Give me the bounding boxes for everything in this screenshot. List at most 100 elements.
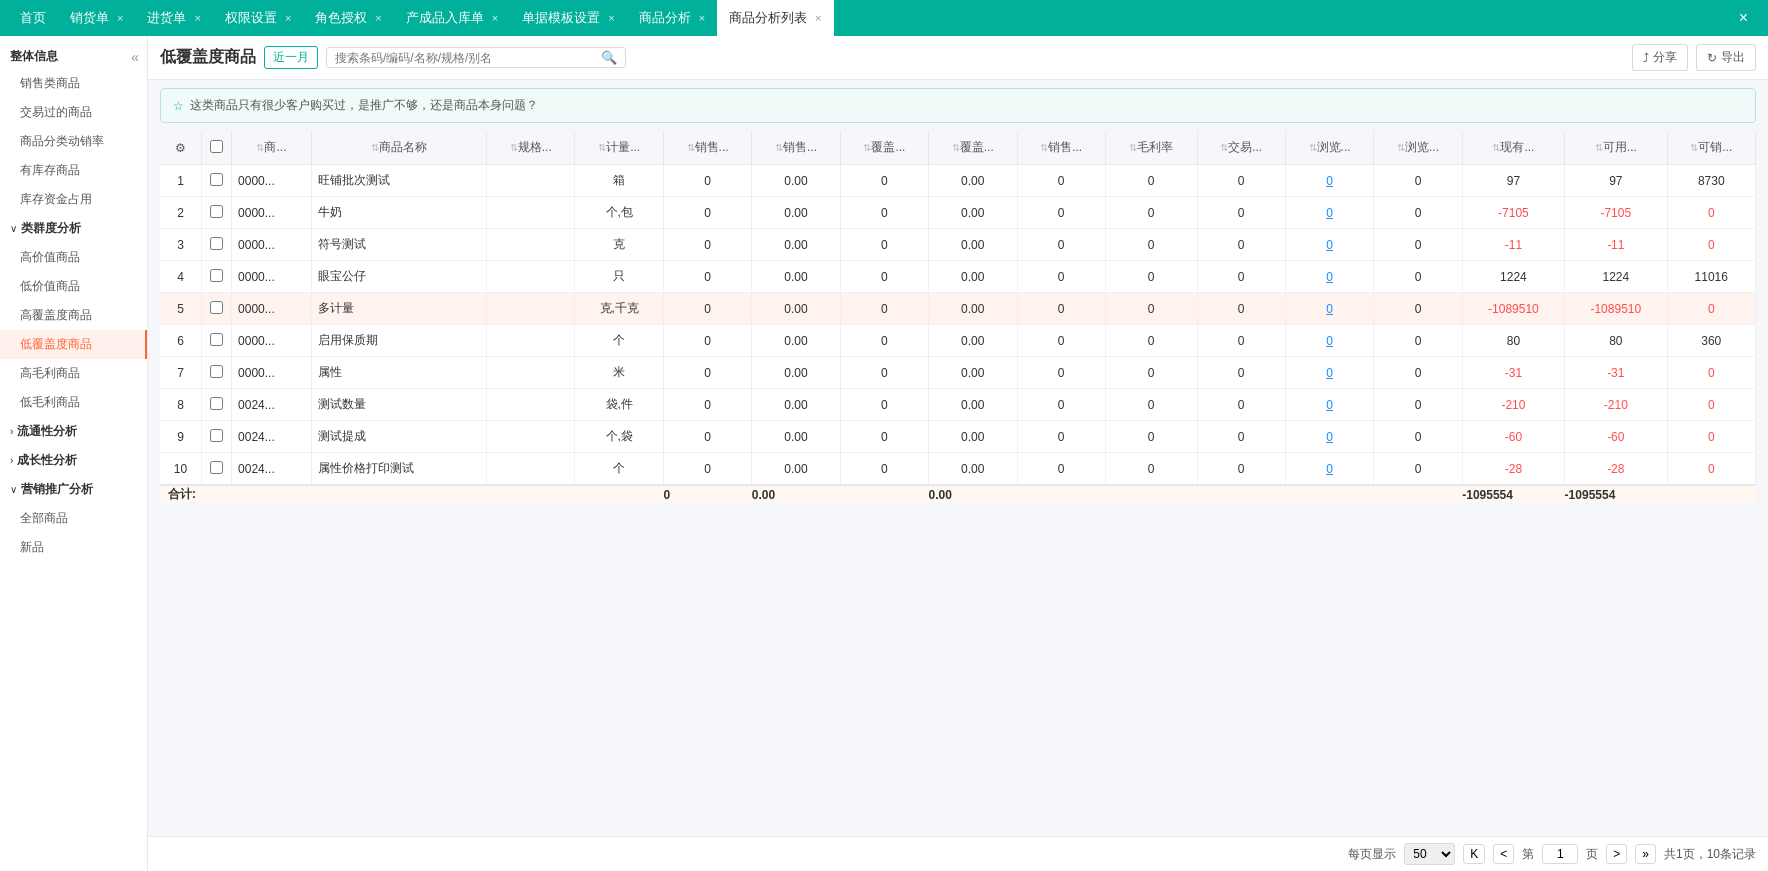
nav-sales-close[interactable]: × bbox=[117, 0, 123, 36]
sidebar-cluster-section[interactable]: ∨ 类群度分析 bbox=[0, 214, 147, 243]
row-checkbox[interactable] bbox=[210, 365, 223, 378]
sidebar-item-traded-goods[interactable]: 交易过的商品 bbox=[0, 98, 147, 127]
row-browse1[interactable]: 0 bbox=[1285, 453, 1373, 486]
sidebar-item-high-margin[interactable]: 高毛利商品 bbox=[0, 359, 147, 388]
sidebar-flow-section[interactable]: › 流通性分析 bbox=[0, 417, 147, 446]
sidebar-item-category-rate[interactable]: 商品分类动销率 bbox=[0, 127, 147, 156]
row-checkbox[interactable] bbox=[210, 237, 223, 250]
row-browse1[interactable]: 0 bbox=[1285, 389, 1373, 421]
row-browse1[interactable]: 0 bbox=[1285, 165, 1373, 197]
nav-template-close[interactable]: × bbox=[608, 0, 614, 36]
row-checkbox-cell[interactable] bbox=[202, 325, 232, 357]
row-browse1[interactable]: 0 bbox=[1285, 357, 1373, 389]
row-checkbox-cell[interactable] bbox=[202, 261, 232, 293]
sidebar-item-low-value[interactable]: 低价值商品 bbox=[0, 272, 147, 301]
row-salable: 0 bbox=[1667, 453, 1756, 486]
row-checkbox-cell[interactable] bbox=[202, 389, 232, 421]
search-input[interactable] bbox=[335, 51, 601, 65]
nav-product[interactable]: 产成品入库单 × bbox=[394, 0, 510, 36]
next-page-button[interactable]: > bbox=[1606, 844, 1627, 864]
row-checkbox[interactable] bbox=[210, 205, 223, 218]
sidebar-item-stock-capital[interactable]: 库存资金占用 bbox=[0, 185, 147, 214]
sidebar-marketing-section[interactable]: ∨ 营销推广分析 bbox=[0, 475, 147, 504]
nav-purchase[interactable]: 进货单 × bbox=[135, 0, 212, 36]
row-checkbox[interactable] bbox=[210, 429, 223, 442]
sidebar-item-all-goods[interactable]: 全部商品 bbox=[0, 504, 147, 533]
table-area[interactable]: ⚙ ⇅商... ⇅商品名称 ⇅规格... ⇅计量... ⇅销售... ⇅销售..… bbox=[160, 131, 1756, 836]
row-salable: 0 bbox=[1667, 293, 1756, 325]
row-checkbox-cell[interactable] bbox=[202, 357, 232, 389]
row-salable: 360 bbox=[1667, 325, 1756, 357]
info-icon: ☆ bbox=[173, 99, 184, 113]
row-checkbox[interactable] bbox=[210, 397, 223, 410]
nav-analysis-close[interactable]: × bbox=[699, 0, 705, 36]
nav-analysis-list-close[interactable]: × bbox=[815, 0, 821, 36]
first-page-button[interactable]: K bbox=[1463, 844, 1485, 864]
row-checkbox-cell[interactable] bbox=[202, 229, 232, 261]
row-checkbox-cell[interactable] bbox=[202, 421, 232, 453]
row-browse1[interactable]: 0 bbox=[1285, 293, 1373, 325]
row-sales-qty: 0 bbox=[663, 197, 751, 229]
col-checkbox[interactable] bbox=[202, 131, 232, 165]
row-sales-qty: 0 bbox=[663, 229, 751, 261]
row-checkbox-cell[interactable] bbox=[202, 165, 232, 197]
row-checkbox[interactable] bbox=[210, 301, 223, 314]
page-number-input[interactable] bbox=[1542, 844, 1578, 864]
select-all-checkbox[interactable] bbox=[210, 140, 223, 153]
sidebar-growth-section[interactable]: › 成长性分析 bbox=[0, 446, 147, 475]
prev-page-button[interactable]: < bbox=[1493, 844, 1514, 864]
row-checkbox[interactable] bbox=[210, 461, 223, 474]
nav-permission[interactable]: 权限设置 × bbox=[213, 0, 303, 36]
sidebar-item-sales-goods[interactable]: 销售类商品 bbox=[0, 69, 147, 98]
row-checkbox-cell[interactable] bbox=[202, 293, 232, 325]
row-browse1[interactable]: 0 bbox=[1285, 229, 1373, 261]
row-browse2: 0 bbox=[1374, 165, 1462, 197]
row-sales-amt: 0.00 bbox=[752, 389, 840, 421]
row-gross-margin: 0 bbox=[1105, 453, 1197, 486]
sidebar-item-high-coverage[interactable]: 高覆盖度商品 bbox=[0, 301, 147, 330]
row-unit: 克,千克 bbox=[575, 293, 663, 325]
row-checkbox-cell[interactable] bbox=[202, 453, 232, 486]
row-salable: 0 bbox=[1667, 229, 1756, 261]
row-checkbox[interactable] bbox=[210, 173, 223, 186]
row-browse1[interactable]: 0 bbox=[1285, 421, 1373, 453]
row-checkbox[interactable] bbox=[210, 269, 223, 282]
share-icon: ⤴ bbox=[1643, 51, 1649, 65]
window-close-button[interactable]: × bbox=[1727, 9, 1760, 27]
page-size-label: 每页显示 bbox=[1348, 846, 1396, 863]
nav-role-close[interactable]: × bbox=[375, 0, 381, 36]
nav-role[interactable]: 角色授权 × bbox=[303, 0, 393, 36]
nav-home[interactable]: 首页 bbox=[8, 0, 58, 36]
export-button[interactable]: ↻ 导出 bbox=[1696, 44, 1756, 71]
nav-purchase-close[interactable]: × bbox=[194, 0, 200, 36]
row-checkbox[interactable] bbox=[210, 333, 223, 346]
row-cover1: 0 bbox=[840, 261, 928, 293]
nav-template[interactable]: 单据模板设置 × bbox=[510, 0, 626, 36]
nav-sales[interactable]: 销货单 × bbox=[58, 0, 135, 36]
share-button[interactable]: ⤴ 分享 bbox=[1632, 44, 1688, 71]
row-browse2: 0 bbox=[1374, 197, 1462, 229]
row-checkbox-cell[interactable] bbox=[202, 197, 232, 229]
row-browse1[interactable]: 0 bbox=[1285, 197, 1373, 229]
nav-analysis[interactable]: 商品分析 × bbox=[627, 0, 717, 36]
row-trans: 0 bbox=[1197, 325, 1285, 357]
sidebar-item-new-goods[interactable]: 新品 bbox=[0, 533, 147, 562]
last-page-button[interactable]: » bbox=[1635, 844, 1656, 864]
nav-analysis-list[interactable]: 商品分析列表 × bbox=[717, 0, 833, 36]
sidebar-item-low-margin[interactable]: 低毛利商品 bbox=[0, 388, 147, 417]
sidebar-item-high-value[interactable]: 高价值商品 bbox=[0, 243, 147, 272]
page-title: 低覆盖度商品 bbox=[160, 47, 256, 68]
sidebar-collapse-btn[interactable]: « bbox=[131, 49, 139, 65]
date-filter-button[interactable]: 近一月 bbox=[264, 46, 318, 69]
nav-permission-close[interactable]: × bbox=[285, 0, 291, 36]
row-current: -7105 bbox=[1462, 197, 1564, 229]
col-settings[interactable]: ⚙ bbox=[160, 131, 202, 165]
row-browse1[interactable]: 0 bbox=[1285, 325, 1373, 357]
page-size-select[interactable]: 50 20 100 bbox=[1404, 843, 1455, 865]
sidebar-item-stock-goods[interactable]: 有库存商品 bbox=[0, 156, 147, 185]
row-sales-amt: 0.00 bbox=[752, 165, 840, 197]
nav-product-close[interactable]: × bbox=[492, 0, 498, 36]
row-browse1[interactable]: 0 bbox=[1285, 261, 1373, 293]
row-trans: 0 bbox=[1197, 357, 1285, 389]
sidebar-item-low-coverage[interactable]: 低覆盖度商品 bbox=[0, 330, 147, 359]
